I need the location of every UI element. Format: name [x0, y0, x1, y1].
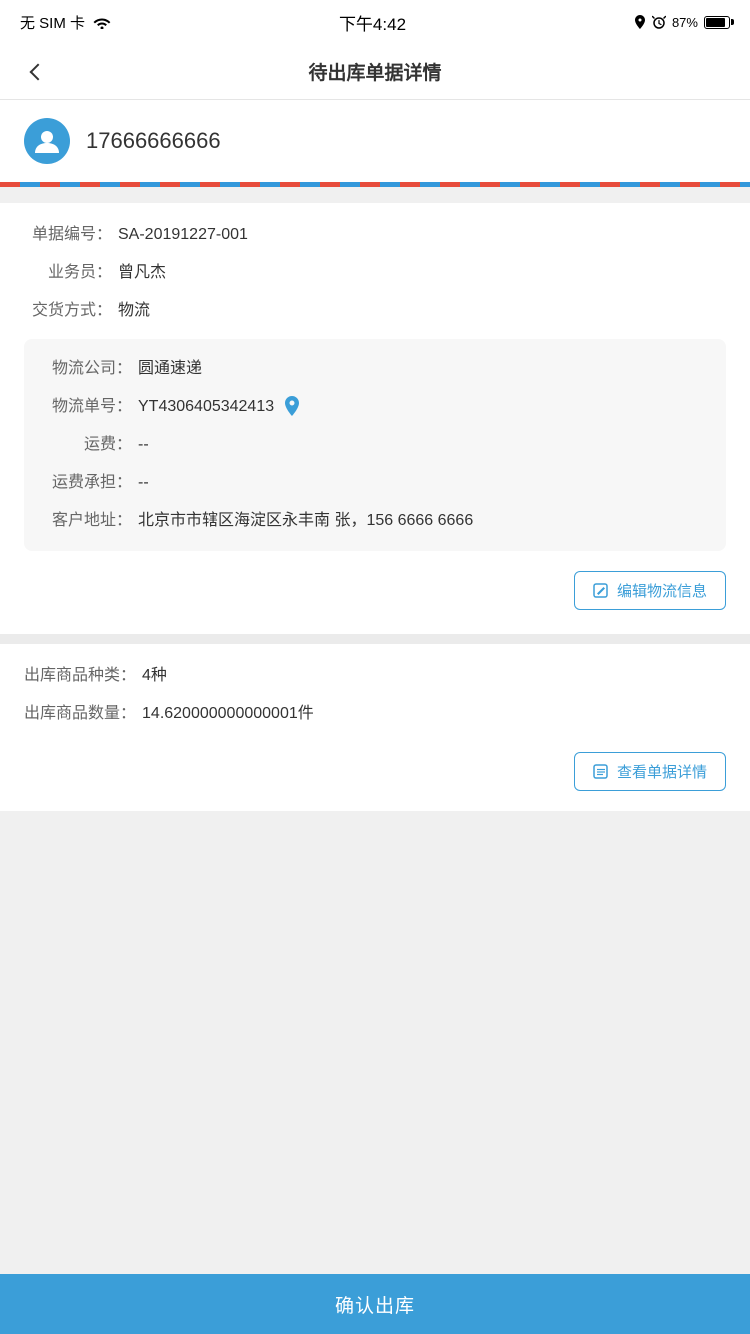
- user-icon: [32, 126, 62, 156]
- goods-types-label: 出库商品种类：: [24, 664, 136, 688]
- status-bar: 无 SIM 卡 下午4:42 87%: [0, 0, 750, 44]
- order-number-row: 单据编号： SA-20191227-001: [24, 223, 726, 247]
- logistics-tracking-label: 物流单号：: [44, 395, 132, 419]
- freight-row: 运费： --: [44, 433, 706, 457]
- salesman-label: 业务员：: [24, 261, 112, 285]
- address-row: 客户地址： 北京市市辖区海淀区永丰南 张，156 6666 6666: [44, 509, 706, 533]
- nav-bar: 待出库单据详情: [0, 44, 750, 100]
- edit-logistics-button[interactable]: 编辑物流信息: [574, 571, 726, 610]
- back-chevron-icon: [30, 63, 47, 80]
- section-divider: [0, 634, 750, 644]
- view-detail-button[interactable]: 查看单据详情: [574, 752, 726, 791]
- address-value: 北京市市辖区海淀区永丰南 张，156 6666 6666: [138, 509, 706, 533]
- delivery-value: 物流: [118, 299, 726, 323]
- alarm-icon: [652, 15, 666, 29]
- salesman-row: 业务员： 曾凡杰: [24, 261, 726, 285]
- delivery-label: 交货方式：: [24, 299, 112, 323]
- goods-types-row: 出库商品种类： 4种: [24, 664, 726, 688]
- status-left: 无 SIM 卡: [20, 12, 111, 33]
- detail-btn-row: 查看单据详情: [24, 740, 726, 795]
- delivery-row: 交货方式： 物流: [24, 299, 726, 323]
- goods-quantity-row: 出库商品数量： 14.620000000000001件: [24, 702, 726, 726]
- edit-icon: [593, 583, 609, 599]
- freight-bear-label: 运费承担：: [44, 471, 132, 495]
- list-icon: [593, 764, 609, 780]
- goods-quantity-value: 14.620000000000001件: [142, 702, 726, 726]
- freight-value: --: [138, 433, 706, 457]
- status-time: 下午4:42: [339, 10, 406, 35]
- logistics-company-label: 物流公司：: [44, 357, 132, 381]
- logistics-box: 物流公司： 圆通速递 物流单号： YT4306405342413 运费： --: [24, 339, 726, 551]
- order-number-label: 单据编号：: [24, 223, 112, 247]
- dashed-divider: [0, 182, 750, 187]
- order-info-section: 单据编号： SA-20191227-001 业务员： 曾凡杰 交货方式： 物流 …: [0, 203, 750, 634]
- address-label: 客户地址：: [44, 509, 132, 533]
- bottom-spacer: [0, 811, 750, 1274]
- battery-icon: [704, 16, 730, 29]
- freight-label: 运费：: [44, 433, 132, 457]
- status-right: 87%: [634, 15, 730, 30]
- back-button[interactable]: [20, 54, 56, 90]
- sim-status: 无 SIM 卡: [20, 12, 85, 33]
- logistics-company-value: 圆通速递: [138, 357, 706, 381]
- salesman-value: 曾凡杰: [118, 261, 726, 285]
- user-phone: 17666666666: [86, 128, 221, 154]
- location-status-icon: [634, 15, 646, 29]
- edit-btn-row: 编辑物流信息: [24, 559, 726, 614]
- goods-section: 出库商品种类： 4种 出库商品数量： 14.620000000000001件 查…: [0, 644, 750, 811]
- order-number-value: SA-20191227-001: [118, 223, 726, 247]
- wifi-icon: [93, 15, 111, 29]
- page-title: 待出库单据详情: [308, 58, 441, 85]
- confirm-button[interactable]: 确认出库: [0, 1274, 750, 1334]
- logistics-company-row: 物流公司： 圆通速递: [44, 357, 706, 381]
- logistics-tracking-value: YT4306405342413: [138, 395, 706, 419]
- goods-quantity-label: 出库商品数量：: [24, 702, 136, 726]
- freight-bear-value: --: [138, 471, 706, 495]
- tracking-location-icon[interactable]: [282, 396, 302, 418]
- goods-types-value: 4种: [142, 664, 726, 688]
- user-section: 17666666666: [0, 100, 750, 182]
- freight-bear-row: 运费承担： --: [44, 471, 706, 495]
- avatar: [24, 118, 70, 164]
- logistics-tracking-row: 物流单号： YT4306405342413: [44, 395, 706, 419]
- battery-percent: 87%: [672, 15, 698, 30]
